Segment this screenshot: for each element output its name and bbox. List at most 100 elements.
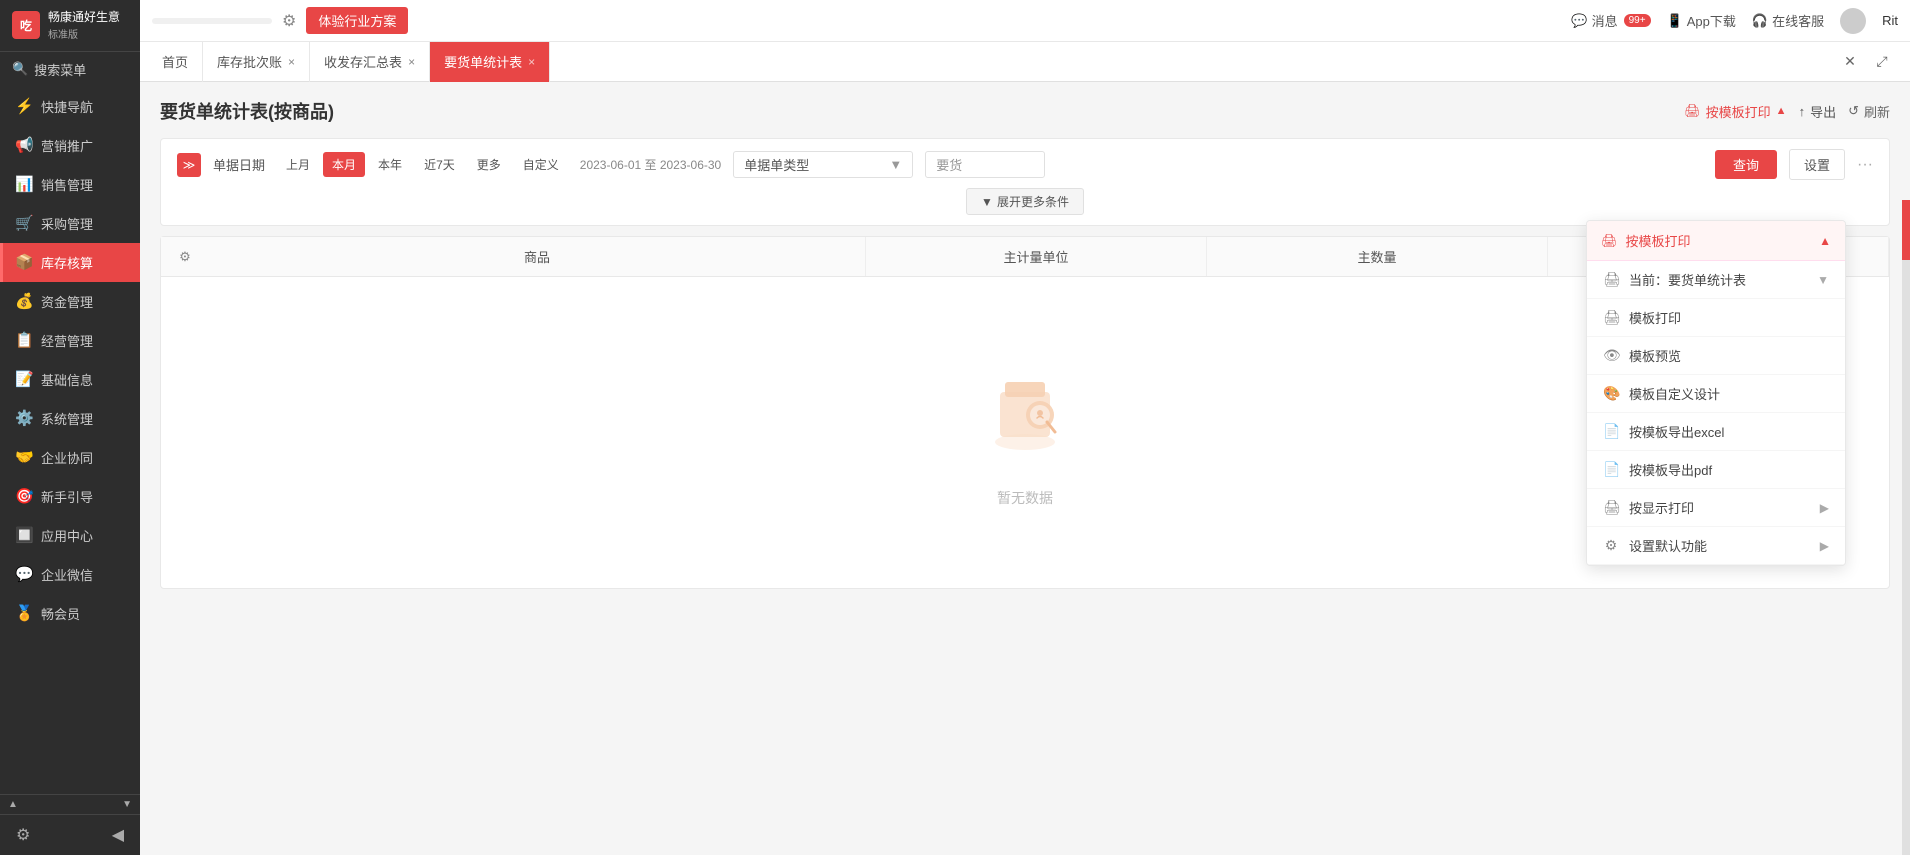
sidebar-item-label: 畅会员 [41,604,80,623]
more-button[interactable]: ··· [1857,156,1873,174]
sidebar-item-sales[interactable]: 📊 销售管理 [0,165,140,204]
trial-button[interactable]: 体验行业方案 [306,7,408,34]
collapse-icon[interactable]: ◀ [112,825,124,845]
sidebar-item-apps[interactable]: 🔲 应用中心 [0,516,140,555]
tab-collection-summary-close[interactable]: × [408,55,415,69]
tab-home[interactable]: 首页 [148,42,203,82]
dropdown-item-template-excel[interactable]: 📄 按模板导出excel [1587,413,1845,451]
template-preview-icon: 👁 [1603,347,1619,364]
date-this-month[interactable]: 本月 [323,152,365,177]
query-button[interactable]: 查询 [1715,150,1777,179]
sidebar-item-finance[interactable]: 💰 资金管理 [0,282,140,321]
empty-illustration [975,357,1075,476]
online-service-label: 在线客服 [1772,11,1824,30]
sidebar-item-wechat[interactable]: 💬 企业微信 [0,555,140,594]
sidebar-item-label: 企业微信 [41,565,93,584]
right-scrollbar[interactable] [1902,200,1910,855]
print-label: 按模板打印 [1706,102,1771,121]
app-download-icon: 📱 [1667,13,1683,29]
sidebar-search[interactable]: 🔍 搜索菜单 [0,52,140,87]
date-custom[interactable]: 自定义 [514,152,568,177]
refresh-icon: ↺ [1848,103,1859,119]
empty-text: 暂无数据 [997,488,1053,508]
dropdown-sub-set-default[interactable]: ⚙ 设置默认功能 ▶ [1587,527,1845,565]
app-logo-icon: 吃 [12,11,40,39]
template-excel-icon: 📄 [1603,423,1619,440]
date-this-year[interactable]: 本年 [369,152,411,177]
date-options: 上月 本月 本年 近7天 更多 自定义 [277,152,568,177]
sidebar-item-system[interactable]: ⚙️ 系统管理 [0,399,140,438]
sidebar-item-purchase[interactable]: 🛒 采购管理 [0,204,140,243]
dropdown-item-template-preview[interactable]: 👁 模板预览 [1587,337,1845,375]
scrollbar-thumb [1902,200,1910,260]
sidebar-item-quick-nav[interactable]: ⚡ 快捷导航 [0,87,140,126]
tab-close-all-button[interactable]: ✕ [1838,50,1862,74]
expand-conditions-button[interactable]: ▼ 展开更多条件 [966,188,1084,215]
date-last-7[interactable]: 近7天 [415,152,464,177]
sidebar-item-operations[interactable]: 📋 经营管理 [0,321,140,360]
template-excel-label: 按模板导出excel [1629,422,1724,441]
export-icon: ↑ [1799,104,1806,119]
operations-icon: 📋 [15,331,33,349]
template-pdf-label: 按模板导出pdf [1629,460,1712,479]
messages-button[interactable]: 💬 消息 99+ [1571,11,1650,30]
template-preview-label: 模板预览 [1629,346,1681,365]
sidebar-item-basic[interactable]: 📝 基础信息 [0,360,140,399]
sidebar-item-label: 应用中心 [41,526,93,545]
dropdown-sub-set-left: ⚙ 设置默认功能 [1603,536,1707,555]
sidebar-item-marketing[interactable]: 📢 营销推广 [0,126,140,165]
set-default-arrow: ▶ [1820,539,1829,553]
dropdown-header-left: 🖨 按模板打印 [1601,231,1691,250]
collab-icon: 🤝 [15,448,33,466]
sidebar-item-inventory[interactable]: 📦 库存核算 [0,243,140,282]
goods-filter[interactable]: 要货 [925,151,1045,178]
message-icon: 💬 [1571,13,1587,29]
tab-order-stats-close[interactable]: × [528,55,535,69]
expand-icon: ▼ [981,195,993,209]
dropdown-current-left: 🖨 当前：要货单统计表 [1603,270,1746,289]
dropdown-header[interactable]: 🖨 按模板打印 ▲ [1587,221,1845,261]
online-service-button[interactable]: 🎧 在线客服 [1752,11,1824,30]
tab-expand-button[interactable]: ⤢ [1870,50,1894,74]
filter-toggle-btn[interactable]: ≫ [177,153,201,177]
search-label: 搜索菜单 [34,60,86,79]
app-name-block: 畅康通好生意 标准版 [48,10,120,41]
sidebar-item-guide[interactable]: 🎯 新手引导 [0,477,140,516]
sidebar-nav: ⚡ 快捷导航 📢 营销推广 📊 销售管理 🛒 采购管理 📦 库存核算 💰 资金管… [0,87,140,794]
order-type-filter[interactable]: 单据单类型 ▼ [733,151,913,178]
topbar-gear-icon[interactable]: ⚙ [282,11,296,31]
sidebar-item-label: 经营管理 [41,331,93,350]
date-more[interactable]: 更多 [468,152,510,177]
filter-expand-row: ▼ 展开更多条件 [177,188,1873,215]
scroll-down-arrow[interactable]: ▼ [122,799,132,810]
sidebar-item-member[interactable]: 🏅 畅会员 [0,594,140,633]
sidebar-item-label: 基础信息 [41,370,93,389]
expand-label: 展开更多条件 [997,193,1069,210]
table-settings-button[interactable]: 设置 [1789,149,1845,180]
dropdown-sub-display-print[interactable]: 🖨 按显示打印 ▶ [1587,489,1845,527]
user-avatar[interactable] [1840,8,1866,34]
dropdown-current-template[interactable]: 🖨 当前：要货单统计表 ▼ [1587,261,1845,299]
tab-collection-summary[interactable]: 收发存汇总表 × [310,42,430,82]
dropdown-item-template-design[interactable]: 🎨 模板自定义设计 [1587,375,1845,413]
template-design-icon: 🎨 [1603,385,1619,402]
topbar: ⚙ 体验行业方案 💬 消息 99+ 📱 App下载 🎧 在线客服 Rit [140,0,1910,42]
settings-footer-icon[interactable]: ⚙ [16,825,30,845]
tab-bar-actions: ✕ ⤢ [1838,50,1902,74]
dropdown-item-template-pdf[interactable]: 📄 按模板导出pdf [1587,451,1845,489]
column-settings-icon[interactable]: ⚙ [161,239,209,275]
scroll-up-arrow[interactable]: ▲ [8,799,18,810]
tab-order-stats[interactable]: 要货单统计表 × [430,42,550,82]
export-label: 导出 [1810,102,1836,121]
tab-inventory-batch[interactable]: 库存批次账 × [203,42,310,82]
date-prev-month[interactable]: 上月 [277,152,319,177]
dropdown-item-template-print[interactable]: 🖨 模板打印 [1587,299,1845,337]
app-download-button[interactable]: 📱 App下载 [1667,11,1736,30]
system-icon: ⚙️ [15,409,33,427]
refresh-button[interactable]: ↺ 刷新 [1848,102,1890,121]
export-button[interactable]: ↑ 导出 [1799,102,1837,121]
print-button[interactable]: 🖨 按模板打印 ▲ [1684,102,1786,121]
tab-inventory-batch-close[interactable]: × [288,55,295,69]
dropdown-collapse-arrow[interactable]: ▲ [1819,234,1831,248]
sidebar-item-collab[interactable]: 🤝 企业协同 [0,438,140,477]
